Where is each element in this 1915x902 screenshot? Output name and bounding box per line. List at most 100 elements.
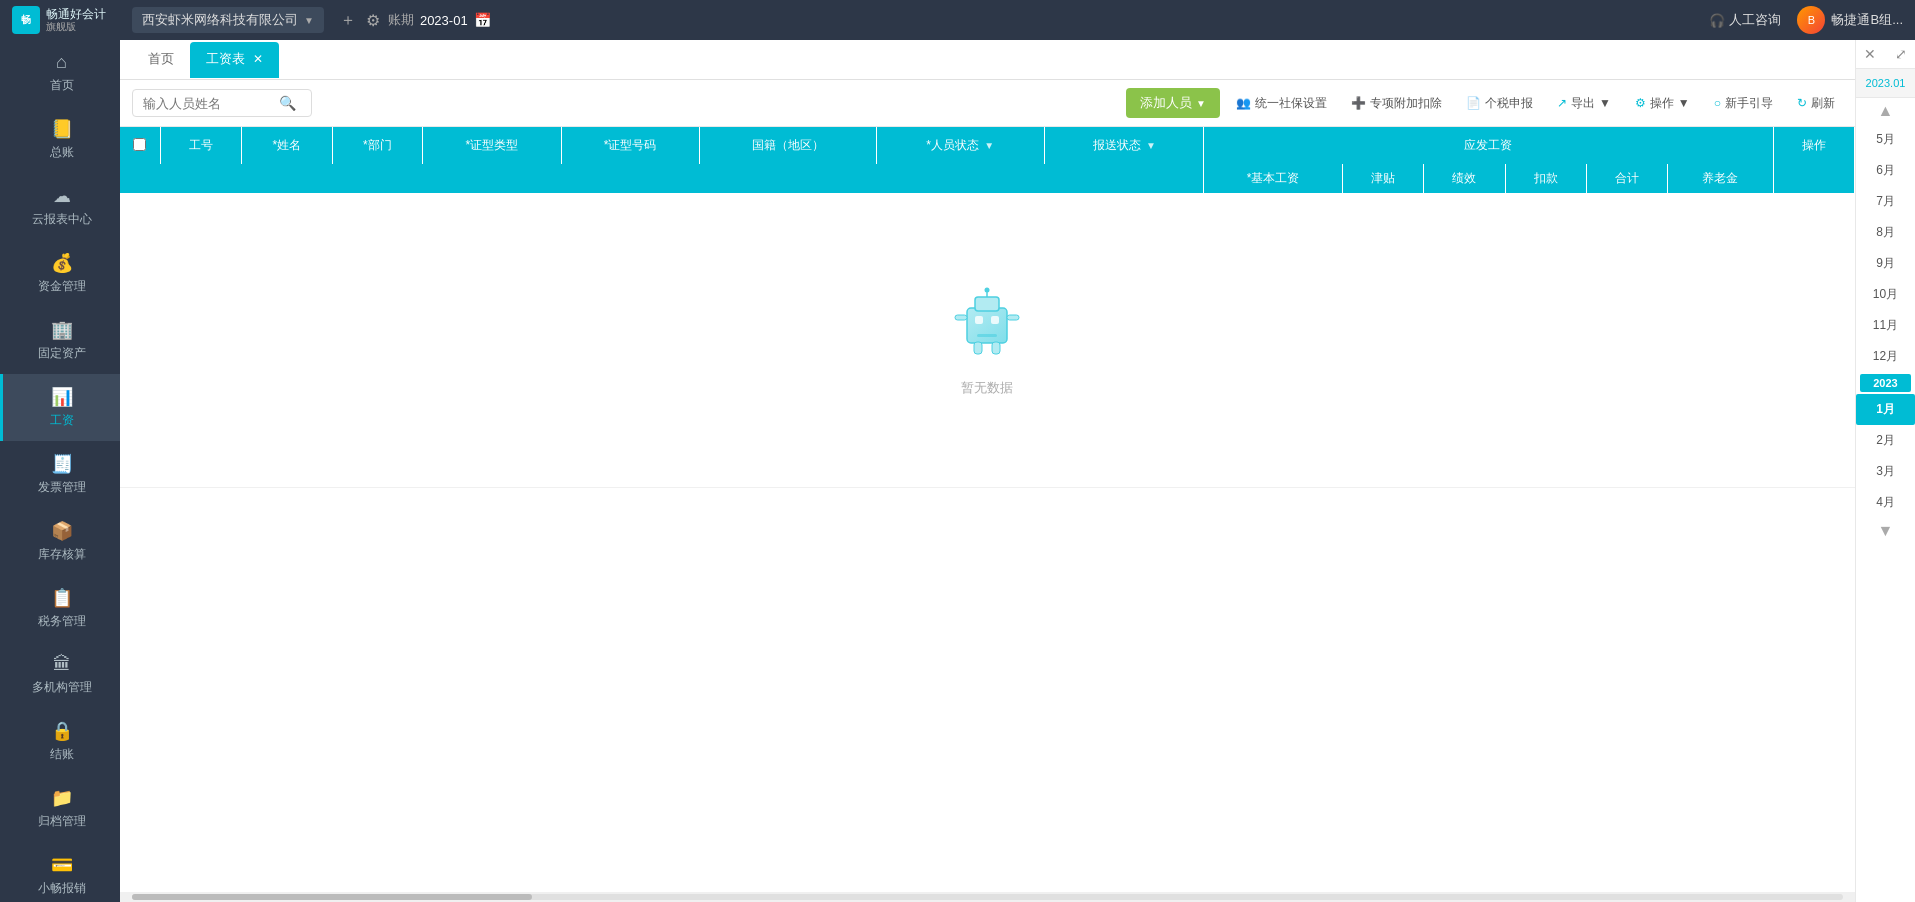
- export-icon: ↗: [1557, 96, 1567, 110]
- month-item-7[interactable]: 7月: [1856, 186, 1915, 217]
- header-right: 🎧 人工咨询 B 畅捷通B组...: [1709, 6, 1903, 34]
- deduct-action[interactable]: ➕ 专项附加扣除: [1343, 91, 1450, 116]
- col-checkbox[interactable]: [120, 127, 160, 164]
- col-operate: 操作: [1773, 127, 1854, 164]
- month-item-6[interactable]: 6月: [1856, 155, 1915, 186]
- svg-rect-2: [991, 316, 999, 324]
- header-actions: ＋ ⚙: [340, 10, 380, 31]
- toolbar: 🔍 添加人员 ▼ 👥 统一社保设置 ➕ 专项附加扣除 📄 个税申报: [120, 80, 1855, 127]
- panel-controls: ✕ ⤢: [1856, 40, 1915, 69]
- scrollbar-thumb[interactable]: [132, 894, 532, 900]
- panel-close-button[interactable]: ✕: [1864, 46, 1876, 62]
- empty-text: 暂无数据: [961, 379, 1013, 397]
- scrollbar-track[interactable]: [132, 894, 1843, 900]
- tax-declare-icon: 📄: [1466, 96, 1481, 110]
- month-item-12[interactable]: 12月: [1856, 341, 1915, 372]
- month-item-9[interactable]: 9月: [1856, 248, 1915, 279]
- svg-rect-9: [974, 342, 982, 354]
- sidebar-item-multi[interactable]: 🏛 多机构管理: [0, 642, 120, 708]
- refresh-action[interactable]: ↻ 刷新: [1789, 91, 1843, 116]
- archive-icon: 📁: [51, 787, 73, 809]
- app-logo: 畅 畅通好会计 旗舰版: [12, 6, 132, 34]
- empty-icon: [947, 283, 1027, 363]
- tab-home[interactable]: 首页: [132, 42, 190, 78]
- report-status-filter-icon[interactable]: ▼: [1146, 140, 1156, 151]
- select-all-checkbox[interactable]: [133, 138, 146, 151]
- avatar: B: [1797, 6, 1825, 34]
- sidebar-item-invoice[interactable]: 🧾 发票管理: [0, 441, 120, 508]
- add-person-button[interactable]: 添加人员 ▼: [1126, 88, 1220, 118]
- empty-row: 暂无数据: [120, 193, 1855, 488]
- tab-bar: 首页 工资表 ✕: [120, 40, 1855, 80]
- month-scroll-up[interactable]: ▲: [1856, 98, 1915, 124]
- sidebar-item-finance[interactable]: 💰 资金管理: [0, 240, 120, 307]
- col-country: 国籍（地区）: [699, 127, 876, 164]
- search-box[interactable]: 🔍: [132, 89, 312, 117]
- year-2023-label: 2023: [1860, 374, 1911, 392]
- close-period-icon: 🔒: [51, 720, 73, 742]
- operate-arrow-icon: ▼: [1678, 96, 1690, 110]
- month-item-4[interactable]: 4月: [1856, 487, 1915, 518]
- svg-point-6: [985, 288, 990, 293]
- horizontal-scrollbar[interactable]: [120, 892, 1855, 902]
- sidebar-item-ledger[interactable]: 📒 总账: [0, 106, 120, 173]
- search-input[interactable]: [143, 96, 273, 111]
- person-status-filter-icon[interactable]: ▼: [984, 140, 994, 151]
- assets-icon: 🏢: [51, 319, 73, 341]
- social-setting-action[interactable]: 👥 统一社保设置: [1228, 91, 1335, 116]
- invoice-icon: 🧾: [51, 453, 73, 475]
- month-item-5[interactable]: 5月: [1856, 124, 1915, 155]
- export-arrow-icon: ▼: [1599, 96, 1611, 110]
- right-panel: ✕ ⤢ 2023.01 ▲ 5月 6月 7月 8月 9月 10月 11月 12月…: [1855, 40, 1915, 902]
- search-icon: 🔍: [279, 95, 296, 111]
- sidebar-item-inventory[interactable]: 📦 库存核算: [0, 508, 120, 575]
- export-action[interactable]: ↗ 导出 ▼: [1549, 91, 1619, 116]
- operate-action[interactable]: ⚙ 操作 ▼: [1627, 91, 1698, 116]
- month-item-11[interactable]: 11月: [1856, 310, 1915, 341]
- salary-table: 工号 *姓名 *部门 *证型类型 *证型号码 国籍（地区） *人员状态 ▼ 报送…: [120, 127, 1855, 488]
- month-scroll-down[interactable]: ▼: [1856, 518, 1915, 544]
- sidebar: ⌂ 首页 📒 总账 ☁ 云报表中心 💰 资金管理 🏢 固定资产 📊 工资 🧾 发…: [0, 40, 120, 902]
- service-button[interactable]: 🎧 人工咨询: [1709, 11, 1781, 29]
- settings-icon-button[interactable]: ⚙: [366, 11, 380, 30]
- sub-total: 合计: [1586, 164, 1667, 193]
- month-item-10[interactable]: 10月: [1856, 279, 1915, 310]
- month-item-2[interactable]: 2月: [1856, 425, 1915, 456]
- month-list: ▲ 5月 6月 7月 8月 9月 10月 11月 12月 2023 1月 2月 …: [1856, 98, 1915, 902]
- sub-empty: [120, 164, 1204, 193]
- sidebar-item-cloud[interactable]: ☁ 云报表中心: [0, 173, 120, 240]
- tab-salary[interactable]: 工资表 ✕: [190, 42, 279, 78]
- top-header: 畅 畅通好会计 旗舰版 西安虾米网络科技有限公司 ▼ ＋ ⚙ 账期 2023-0…: [0, 0, 1915, 40]
- guide-action[interactable]: ○ 新手引导: [1706, 91, 1781, 116]
- tax-declare-action[interactable]: 📄 个税申报: [1458, 91, 1541, 116]
- sidebar-item-assets[interactable]: 🏢 固定资产: [0, 307, 120, 374]
- sidebar-item-tax[interactable]: 📋 税务管理: [0, 575, 120, 642]
- svg-rect-4: [975, 297, 999, 311]
- main-layout: ⌂ 首页 📒 总账 ☁ 云报表中心 💰 资金管理 🏢 固定资产 📊 工资 🧾 发…: [0, 40, 1915, 902]
- panel-expand-button[interactable]: ⤢: [1895, 46, 1907, 62]
- sidebar-item-expense[interactable]: 💳 小畅报销: [0, 842, 120, 902]
- svg-rect-3: [977, 334, 997, 337]
- sidebar-item-salary[interactable]: 📊 工资: [0, 374, 120, 441]
- col-idtype: *证型类型: [423, 127, 561, 164]
- svg-rect-8: [1007, 315, 1019, 320]
- sidebar-item-home[interactable]: ⌂ 首页: [0, 40, 120, 106]
- operate-icon: ⚙: [1635, 96, 1646, 110]
- sidebar-item-close[interactable]: 🔒 结账: [0, 708, 120, 775]
- col-name: *姓名: [241, 127, 332, 164]
- inventory-icon: 📦: [51, 520, 73, 542]
- sidebar-item-archive[interactable]: 📁 归档管理: [0, 775, 120, 842]
- add-dropdown-icon: ▼: [1196, 98, 1206, 109]
- add-company-button[interactable]: ＋: [340, 10, 356, 31]
- month-item-1-active[interactable]: 1月: [1856, 394, 1915, 425]
- tab-close-icon[interactable]: ✕: [253, 52, 263, 66]
- user-info[interactable]: B 畅捷通B组...: [1797, 6, 1903, 34]
- calendar-icon[interactable]: 📅: [474, 12, 491, 28]
- headset-icon: 🎧: [1709, 13, 1725, 28]
- col-dept: *部门: [332, 127, 423, 164]
- company-selector[interactable]: 西安虾米网络科技有限公司 ▼: [132, 7, 324, 33]
- empty-state: 暂无数据: [128, 203, 1847, 477]
- month-item-8[interactable]: 8月: [1856, 217, 1915, 248]
- svg-rect-10: [992, 342, 1000, 354]
- month-item-3[interactable]: 3月: [1856, 456, 1915, 487]
